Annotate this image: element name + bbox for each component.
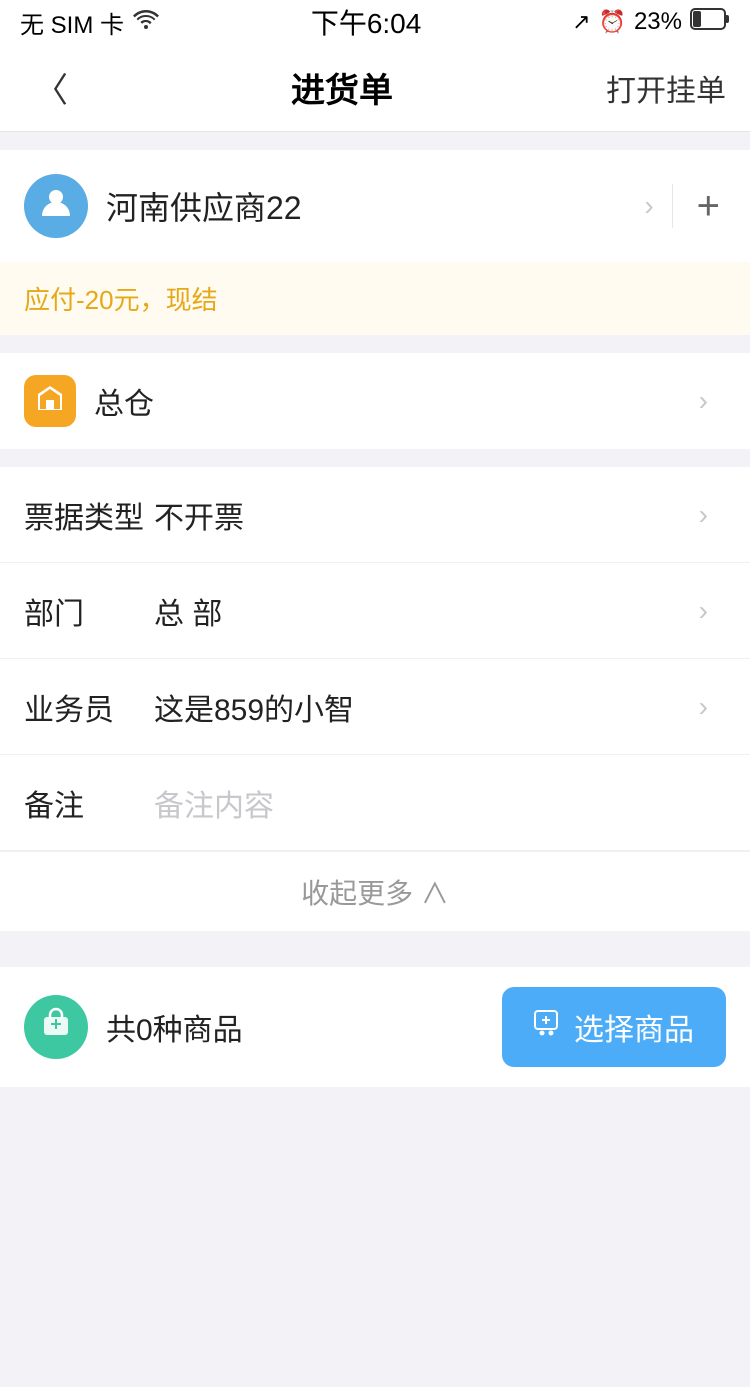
invoice-type-row[interactable]: 票据类型 不开票 › [0, 467, 750, 563]
department-row[interactable]: 部门 总 部 › [0, 563, 750, 659]
back-button[interactable]: 〈 [24, 53, 78, 122]
invoice-type-label: 票据类型 [24, 493, 154, 537]
collapse-toggle[interactable]: 收起更多 ∧ [0, 851, 750, 931]
salesperson-row[interactable]: 业务员 这是859的小智 › [0, 659, 750, 755]
user-icon [38, 184, 74, 228]
cart-icon [534, 1010, 564, 1045]
department-label: 部门 [24, 589, 154, 633]
notice-banner: 应付-20元，现结 [0, 262, 750, 335]
wifi-icon [132, 8, 160, 36]
department-value: 总 部 [154, 589, 699, 633]
warehouse-icon-wrap [24, 375, 76, 427]
salesperson-label: 业务员 [24, 685, 154, 729]
product-count-label: 共0种商品 [106, 1005, 502, 1049]
remark-label: 备注 [24, 781, 154, 825]
warehouse-row[interactable]: 总仓 › [0, 353, 750, 449]
product-bar: 共0种商品 选择商品 [0, 967, 750, 1087]
supplier-name: 河南供应商22 [106, 183, 644, 229]
status-bar: 无 SIM 卡 下午6:04 ↗ ⏰ 23% [0, 0, 750, 44]
section-gap-3 [0, 449, 750, 467]
status-left: 无 SIM 卡 [20, 5, 160, 40]
add-supplier-button[interactable]: + [691, 184, 726, 229]
supplier-avatar [24, 174, 88, 238]
warehouse-section: 总仓 › [0, 353, 750, 449]
warehouse-icon [36, 384, 64, 419]
section-gap-2 [0, 335, 750, 353]
salesperson-chevron-icon: › [699, 691, 708, 723]
carrier-label: 无 SIM 卡 [20, 5, 124, 40]
collapse-label: 收起更多 ∧ [301, 872, 449, 912]
select-product-label: 选择商品 [574, 1005, 694, 1049]
alarm-icon: ⏰ [599, 9, 626, 35]
time-label: 下午6:04 [311, 2, 422, 42]
product-icon-wrap [24, 995, 88, 1059]
supplier-section: 河南供应商22 › + 应付-20元，现结 [0, 150, 750, 335]
supplier-chevron-icon: › [644, 190, 653, 222]
supplier-row[interactable]: 河南供应商22 › + [0, 150, 750, 262]
section-gap-4 [0, 931, 750, 949]
remark-placeholder: 备注内容 [154, 781, 726, 825]
invoice-type-chevron-icon: › [699, 499, 708, 531]
salesperson-value: 这是859的小智 [154, 685, 699, 729]
remark-row[interactable]: 备注 备注内容 [0, 755, 750, 851]
product-bag-icon [40, 1007, 72, 1047]
form-section: 票据类型 不开票 › 部门 总 部 › 业务员 这是859的小智 › 备注 备注… [0, 467, 750, 931]
warehouse-label: 总仓 [94, 379, 699, 423]
warehouse-chevron-icon: › [699, 385, 708, 417]
battery-label: 23% [634, 8, 682, 36]
status-right: ↗ ⏰ 23% [572, 8, 730, 37]
battery-icon [690, 8, 730, 37]
open-pending-button[interactable]: 打开挂单 [606, 66, 726, 110]
select-product-button[interactable]: 选择商品 [502, 987, 726, 1067]
department-chevron-icon: › [699, 595, 708, 627]
location-icon: ↗ [572, 9, 590, 35]
nav-bar: 〈 进货单 打开挂单 [0, 44, 750, 132]
page-title: 进货单 [291, 63, 393, 112]
page-background [0, 1087, 750, 1387]
invoice-type-value: 不开票 [154, 493, 699, 537]
section-gap-1 [0, 132, 750, 150]
notice-text: 应付-20元，现结 [24, 285, 218, 315]
divider [672, 184, 673, 228]
